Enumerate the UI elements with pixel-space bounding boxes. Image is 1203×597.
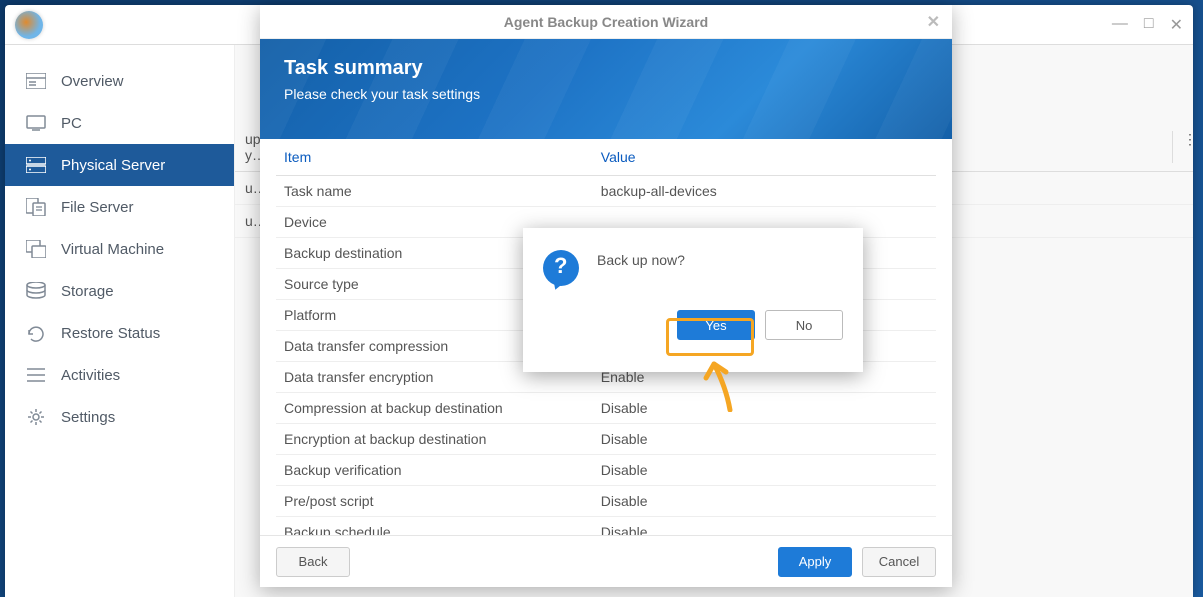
summary-value: Disable xyxy=(593,517,936,536)
summary-value: Disable xyxy=(593,486,936,517)
sidebar-item-settings[interactable]: Settings xyxy=(5,396,234,438)
apply-button[interactable]: Apply xyxy=(778,547,852,577)
summary-value: Disable xyxy=(593,455,936,486)
summary-item: Task name xyxy=(276,176,593,207)
summary-item: Backup verification xyxy=(276,455,593,486)
sidebar-label: Virtual Machine xyxy=(61,241,164,258)
sidebar-item-activities[interactable]: Activities xyxy=(5,354,234,396)
wizard-titlebar: Agent Backup Creation Wizard ✕ xyxy=(260,5,952,39)
sidebar-label: File Server xyxy=(61,199,134,216)
no-button[interactable]: No xyxy=(765,310,843,340)
summary-item: Backup schedule xyxy=(276,517,593,536)
summary-item: Compression at backup destination xyxy=(276,393,593,424)
confirm-text: Back up now? xyxy=(597,250,685,268)
sidebar-item-virtual-machine[interactable]: Virtual Machine xyxy=(5,228,234,270)
sidebar-label: Activities xyxy=(61,367,120,384)
restore-icon xyxy=(25,324,47,342)
sidebar-item-restore-status[interactable]: Restore Status xyxy=(5,312,234,354)
confirm-dialog: Back up now? Yes No xyxy=(523,228,863,372)
wizard-close-button[interactable]: ✕ xyxy=(927,12,940,32)
sidebar-label: Settings xyxy=(61,409,115,426)
sidebar-label: Restore Status xyxy=(61,325,160,342)
sidebar-label: Overview xyxy=(61,73,124,90)
summary-row: Backup scheduleDisable xyxy=(276,517,936,536)
summary-row: Compression at backup destinationDisable xyxy=(276,393,936,424)
sidebar-label: Physical Server xyxy=(61,157,165,174)
summary-header-value: Value xyxy=(593,139,936,176)
cancel-button[interactable]: Cancel xyxy=(862,547,936,577)
overview-icon xyxy=(25,72,47,90)
summary-row: Backup verificationDisable xyxy=(276,455,936,486)
app-logo-icon xyxy=(15,11,43,39)
summary-item: Encryption at backup destination xyxy=(276,424,593,455)
activities-icon xyxy=(25,366,47,384)
main-maximize-button[interactable]: □ xyxy=(1144,15,1154,35)
back-button[interactable]: Back xyxy=(276,547,350,577)
sidebar-item-physical-server[interactable]: Physical Server xyxy=(5,144,234,186)
summary-item: Pre/post script xyxy=(276,486,593,517)
summary-row: Encryption at backup destinationDisable xyxy=(276,424,936,455)
summary-row: Pre/post scriptDisable xyxy=(276,486,936,517)
server-icon xyxy=(25,156,47,174)
sidebar-item-storage[interactable]: Storage xyxy=(5,270,234,312)
pc-icon xyxy=(25,114,47,132)
summary-header-item: Item xyxy=(276,139,593,176)
sidebar-item-pc[interactable]: PC xyxy=(5,102,234,144)
summary-value: Disable xyxy=(593,424,936,455)
summary-value: Disable xyxy=(593,393,936,424)
wizard-banner: Task summary Please check your task sett… xyxy=(260,39,952,139)
sidebar-label: PC xyxy=(61,115,82,132)
wizard-title: Agent Backup Creation Wizard xyxy=(504,14,708,30)
file-server-icon xyxy=(25,198,47,216)
sidebar-item-overview[interactable]: Overview xyxy=(5,60,234,102)
yes-button[interactable]: Yes xyxy=(677,310,755,340)
sidebar-item-file-server[interactable]: File Server xyxy=(5,186,234,228)
wizard-banner-subtitle: Please check your task settings xyxy=(284,86,928,102)
wizard-banner-title: Task summary xyxy=(284,57,928,80)
sidebar: Overview PC Physical Server File Server … xyxy=(5,45,235,597)
storage-icon xyxy=(25,282,47,300)
summary-row: Task namebackup-all-devices xyxy=(276,176,936,207)
vm-icon xyxy=(25,240,47,258)
main-minimize-button[interactable]: — xyxy=(1112,15,1128,35)
summary-value: backup-all-devices xyxy=(593,176,936,207)
column-menu-icon[interactable]: ⋮ xyxy=(1173,131,1193,163)
gear-icon xyxy=(25,408,47,426)
main-close-button[interactable]: ✕ xyxy=(1170,15,1183,35)
wizard-footer: Back Apply Cancel xyxy=(260,535,952,587)
sidebar-label: Storage xyxy=(61,283,114,300)
